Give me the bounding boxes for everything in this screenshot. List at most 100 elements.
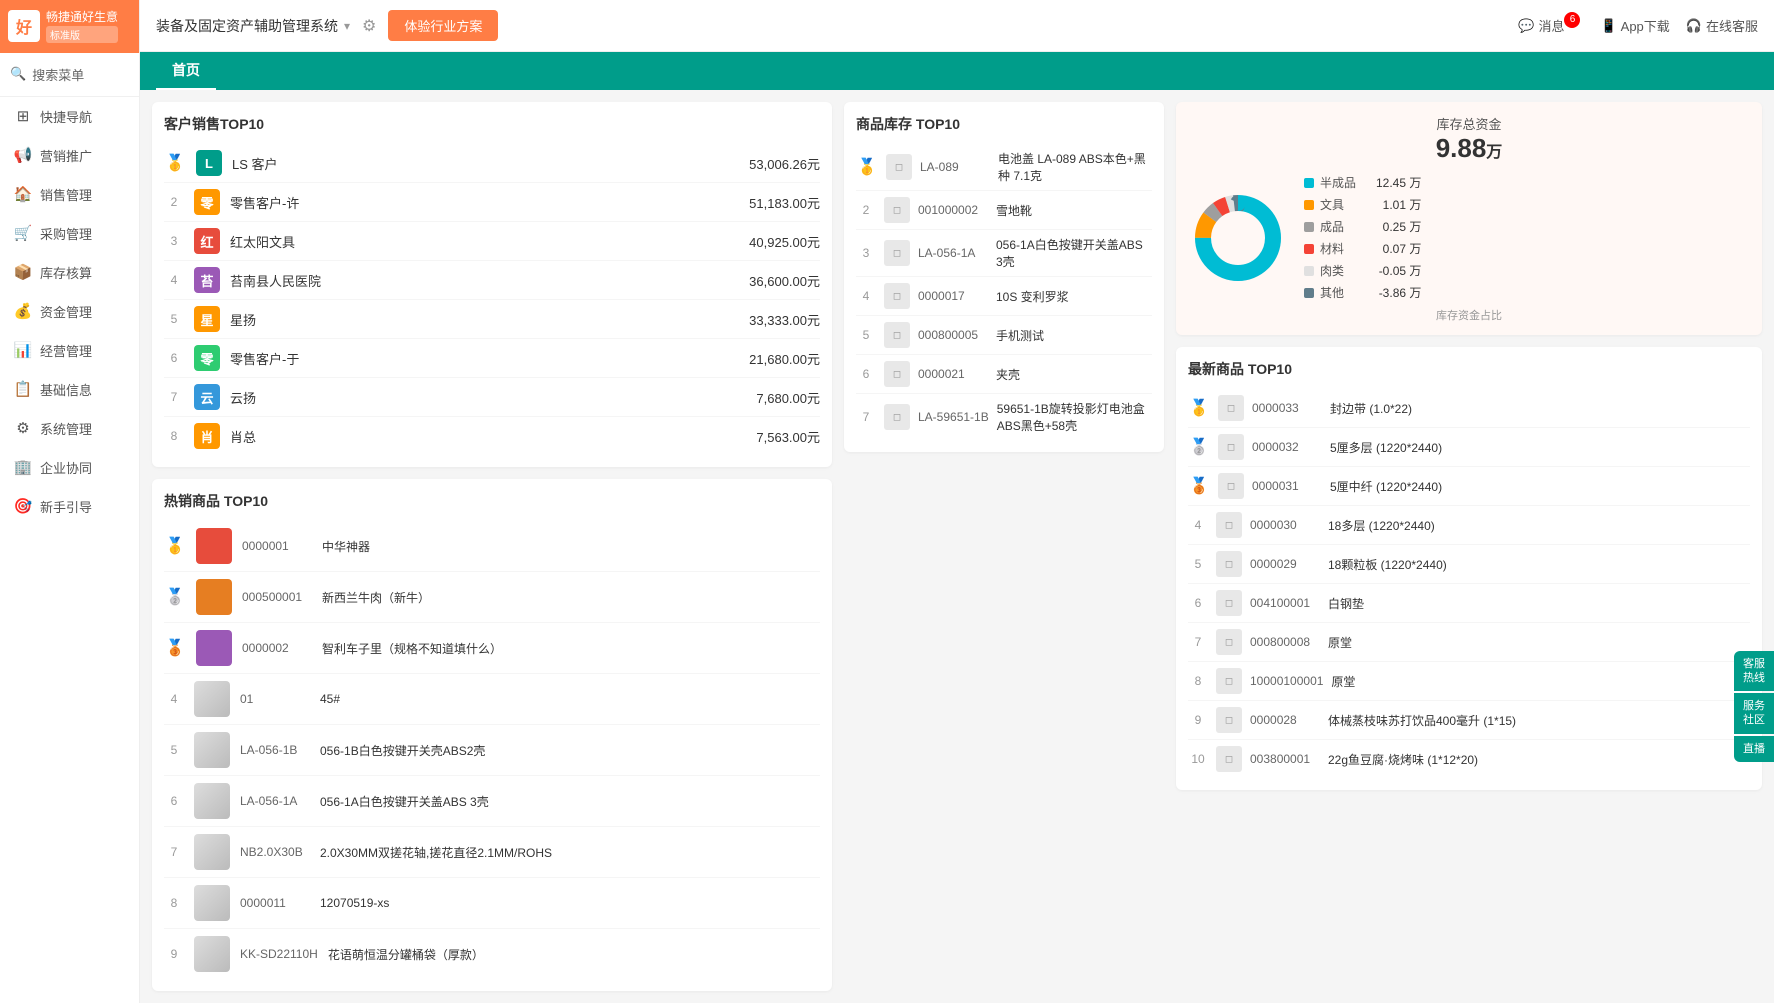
sidebar-item-system[interactable]: ⚙ 系统管理 xyxy=(0,409,139,448)
trial-button[interactable]: 体验行业方案 xyxy=(388,10,498,41)
product-name: 12070519-xs xyxy=(320,896,820,910)
product-name: 5厘中纤 (1220*2440) xyxy=(1330,478,1750,495)
rank-medal: 🥈 xyxy=(1188,436,1210,458)
main-area: 装备及固定资产辅助管理系统 ▾ ⚙ 体验行业方案 💬 消息 6 📱 App下载 … xyxy=(140,0,1774,1003)
product-image xyxy=(196,528,232,564)
topbar-right: 💬 消息 6 📱 App下载 🎧 在线客服 xyxy=(1518,16,1758,35)
product-name: 花语萌恒温分罐桶袋（厚款） xyxy=(328,946,820,963)
sidebar-logo: 好 畅捷通好生意 标准版 xyxy=(0,0,139,53)
float-btn-live[interactable]: 直播 xyxy=(1734,736,1774,762)
rank-num: 9 xyxy=(1188,713,1208,727)
rank-medal: 🥉 xyxy=(1188,475,1210,497)
rank-num: 7 xyxy=(164,390,184,404)
inventory-caption: 库存资金占比 xyxy=(1188,307,1750,323)
float-btn-service[interactable]: 客服 热线 xyxy=(1734,651,1774,692)
rank-num: 7 xyxy=(164,845,184,859)
message-badge: 6 xyxy=(1564,12,1580,28)
legend-dot xyxy=(1304,244,1314,254)
search-menu-button[interactable]: 🔍 搜索菜单 xyxy=(10,61,129,88)
customer-amount: 53,006.26元 xyxy=(749,154,820,173)
legend-label: 成品 xyxy=(1320,218,1360,235)
sidebar-item-label: 资金管理 xyxy=(40,302,92,321)
rank-num: 4 xyxy=(856,289,876,303)
product-code: 0000032 xyxy=(1252,440,1322,454)
product-name: 原堂 xyxy=(1331,673,1750,690)
sidebar-item-marketing[interactable]: 📢 营销推广 xyxy=(0,136,139,175)
customer-title-text: 客户销售TOP10 xyxy=(164,114,264,134)
sidebar-item-sales[interactable]: 🏠 销售管理 xyxy=(0,175,139,214)
customer-card-title: 客户销售TOP10 xyxy=(164,114,820,134)
sidebar-item-inventory[interactable]: 📦 库存核算 xyxy=(0,253,139,292)
search-icon: 🔍 xyxy=(10,66,26,82)
legend-item: 文具 1.01 万 xyxy=(1304,196,1421,213)
product-code: 0000031 xyxy=(1252,479,1322,493)
product-name: 5厘多层 (1220*2440) xyxy=(1330,439,1750,456)
legend-value: -0.05 万 xyxy=(1369,262,1422,279)
product-code: NB2.0X30B xyxy=(240,845,310,859)
legend-value: 0.07 万 xyxy=(1373,240,1422,257)
app-download-button[interactable]: 📱 App下载 xyxy=(1600,16,1669,35)
sales-icon: 🏠 xyxy=(14,185,32,203)
sidebar-item-enterprise[interactable]: 🏢 企业协同 xyxy=(0,448,139,487)
inventory-product-row: 5 ◻ 000800005 手机测试 xyxy=(856,316,1152,355)
headset-icon: 🎧 xyxy=(1686,18,1702,34)
settings-icon[interactable]: ⚙ xyxy=(362,16,376,36)
product-code: LA-056-1A xyxy=(240,794,310,808)
customer-amount: 36,600.00元 xyxy=(749,271,820,290)
sidebar-item-guide[interactable]: 🎯 新手引导 xyxy=(0,487,139,526)
sidebar-search-section[interactable]: 🔍 搜索菜单 xyxy=(0,53,139,97)
product-code: 0000028 xyxy=(1250,713,1320,727)
hot-product-row: 5 LA-056-1B 056-1B白色按键开关壳ABS2壳 xyxy=(164,725,820,776)
new-product-row: 🥇 ◻ 0000033 封边带 (1.0*22) xyxy=(1188,389,1750,428)
legend-label: 材料 xyxy=(1320,240,1360,257)
product-image xyxy=(194,936,230,972)
middle-panel: 商品库存 TOP10 🥇 ◻ LA-089 电池盖 LA-089 ABS本色+黑… xyxy=(844,102,1164,991)
legend-item: 材料 0.07 万 xyxy=(1304,240,1421,257)
inventory-icon: 📦 xyxy=(14,263,32,281)
product-image-sm: ◻ xyxy=(884,404,910,430)
product-name: 18颗粒板 (1220*2440) xyxy=(1328,556,1750,573)
finance-icon: 💰 xyxy=(14,302,32,320)
rank-num: 5 xyxy=(164,743,184,757)
hot-product-row: 🥈 000500001 新西兰牛肉（新牛） xyxy=(164,572,820,623)
inventory-product-row: 3 ◻ LA-056-1A 056-1A白色按键开关盖ABS 3壳 xyxy=(856,230,1152,277)
hot-product-row: 🥇 0000001 中华神器 xyxy=(164,521,820,572)
sidebar-item-basic-info[interactable]: 📋 基础信息 xyxy=(0,370,139,409)
hot-product-row: 4 01 45# xyxy=(164,674,820,725)
product-name: 18多层 (1220*2440) xyxy=(1328,517,1750,534)
rank-num: 3 xyxy=(856,246,876,260)
sidebar-item-label: 基础信息 xyxy=(40,380,92,399)
new-product-row: 🥈 ◻ 0000032 5厘多层 (1220*2440) xyxy=(1188,428,1750,467)
legend-value: -3.86 万 xyxy=(1369,284,1422,301)
inventory-products-card: 商品库存 TOP10 🥇 ◻ LA-089 电池盖 LA-089 ABS本色+黑… xyxy=(844,102,1164,452)
sidebar-item-purchase[interactable]: 🛒 采购管理 xyxy=(0,214,139,253)
rank-medal: 🥇 xyxy=(164,535,186,557)
message-button[interactable]: 💬 消息 6 xyxy=(1518,16,1584,35)
inventory-product-row: 7 ◻ LA-59651-1B 59651-1B旋转投影灯电池盒ABS黑色+58… xyxy=(856,394,1152,440)
product-image-sm: ◻ xyxy=(1216,590,1242,616)
customer-amount: 7,680.00元 xyxy=(756,388,820,407)
quick-nav-icon: ⊞ xyxy=(14,107,32,125)
hot-product-row: 7 NB2.0X30B 2.0X30MM双搓花轴,搓花直径2.1MM/ROHS xyxy=(164,827,820,878)
sidebar-item-quick-nav[interactable]: ⊞ 快捷导航 xyxy=(0,97,139,136)
rank-num: 8 xyxy=(1188,674,1208,688)
home-tab[interactable]: 首页 xyxy=(156,52,216,90)
product-image-sm: ◻ xyxy=(1218,395,1244,421)
product-name: 智利车子里（规格不知道填什么） xyxy=(322,640,820,657)
rank-num: 4 xyxy=(164,692,184,706)
sidebar-item-operations[interactable]: 📊 经营管理 xyxy=(0,331,139,370)
product-code: LA-056-1A xyxy=(918,246,988,260)
product-name: 手机测试 xyxy=(996,327,1152,344)
customer-avatar: 零 xyxy=(194,345,220,371)
legend-dot xyxy=(1304,178,1314,188)
mobile-icon: 📱 xyxy=(1600,18,1616,34)
product-image-sm: ◻ xyxy=(1216,629,1242,655)
float-btn-community[interactable]: 服务 社区 xyxy=(1734,693,1774,734)
product-image-sm: ◻ xyxy=(1216,668,1242,694)
sidebar-item-finance[interactable]: 💰 资金管理 xyxy=(0,292,139,331)
product-name: 056-1A白色按键开关盖ABS 3壳 xyxy=(320,793,820,810)
logo-badge: 标准版 xyxy=(46,26,118,43)
rank-num: 5 xyxy=(164,312,184,326)
dropdown-icon[interactable]: ▾ xyxy=(344,19,350,33)
online-service-button[interactable]: 🎧 在线客服 xyxy=(1686,16,1758,35)
